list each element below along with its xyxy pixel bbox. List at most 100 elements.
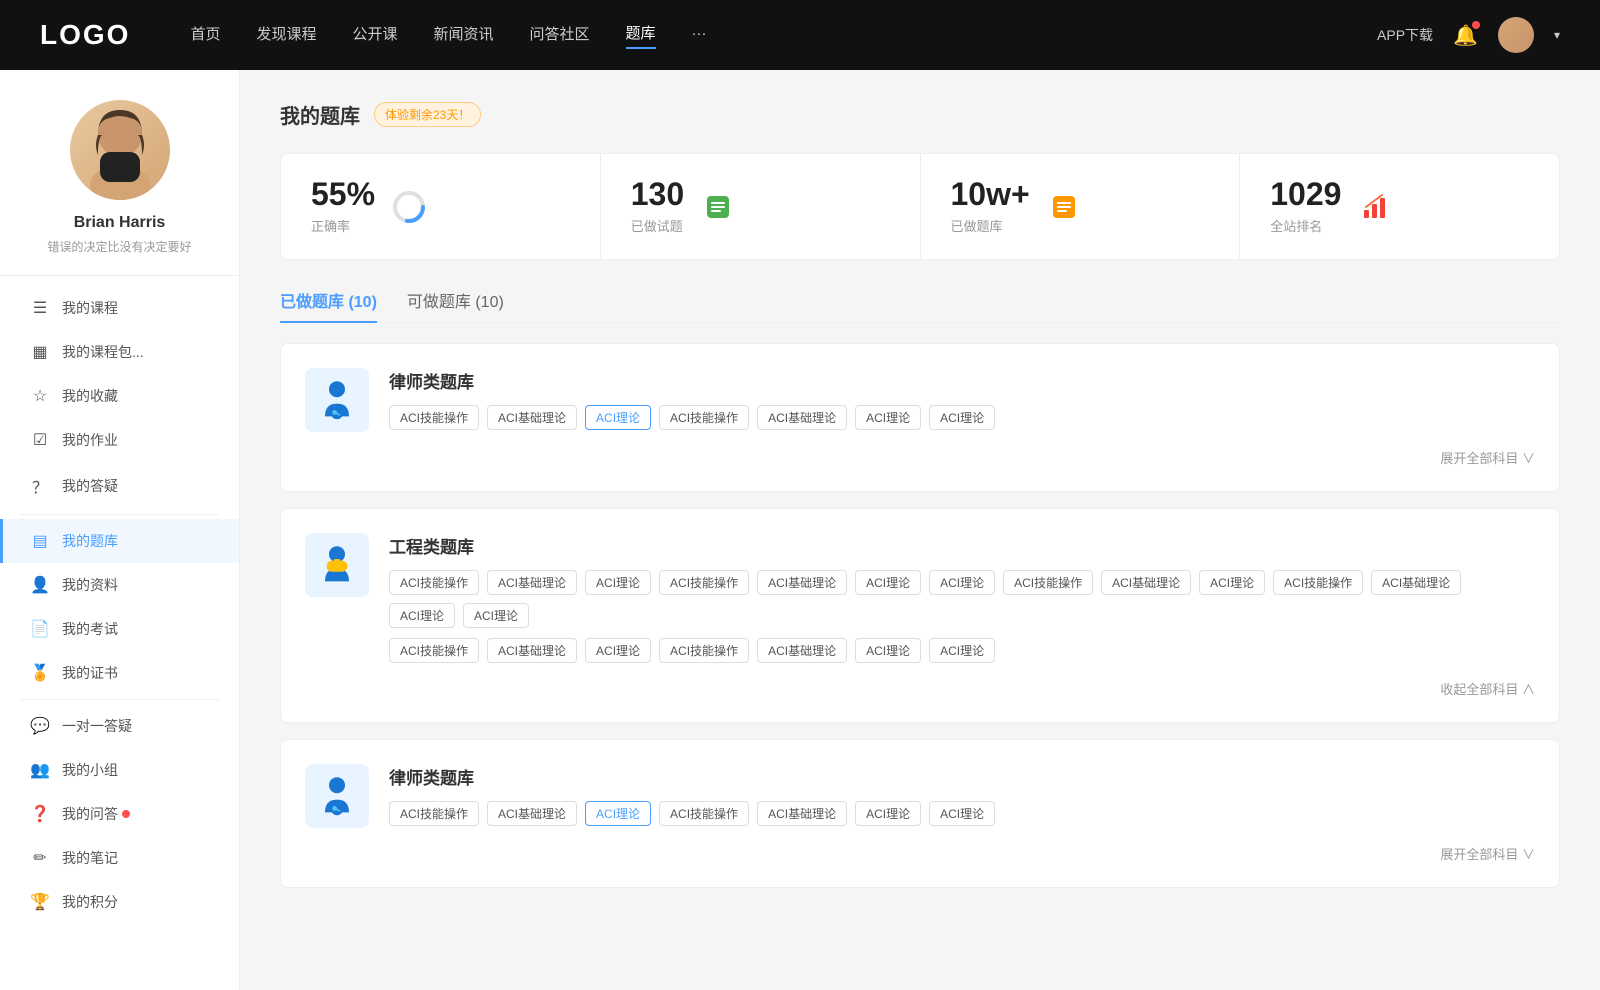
sidebar-item-13[interactable]: 🏆我的积分 bbox=[0, 880, 239, 924]
tag-0-5[interactable]: ACI理论 bbox=[855, 405, 921, 430]
tag2-1-1[interactable]: ACI基础理论 bbox=[487, 638, 577, 663]
sidebar-icon-12: ✏ bbox=[30, 848, 50, 868]
sidebar-item-1[interactable]: ▦我的课程包... bbox=[0, 330, 239, 374]
sidebar-item-8[interactable]: 🏅我的证书 bbox=[0, 651, 239, 695]
tag-0-0[interactable]: ACI技能操作 bbox=[389, 405, 479, 430]
tag-1-4[interactable]: ACI基础理论 bbox=[757, 570, 847, 595]
tag2-1-4[interactable]: ACI基础理论 bbox=[757, 638, 847, 663]
notification-dot-sidebar bbox=[122, 810, 130, 818]
sidebar-item-6[interactable]: 👤我的资料 bbox=[0, 563, 239, 607]
expand-link-2[interactable]: 展开全部科目 ∨ bbox=[1440, 844, 1535, 863]
tag-0-3[interactable]: ACI技能操作 bbox=[659, 405, 749, 430]
tag-1-1[interactable]: ACI基础理论 bbox=[487, 570, 577, 595]
tag-1-0[interactable]: ACI技能操作 bbox=[389, 570, 479, 595]
notification-dot bbox=[1472, 21, 1480, 29]
bank-card-0: 律师类题库ACI技能操作ACI基础理论ACI理论ACI技能操作ACI基础理论AC… bbox=[280, 343, 1560, 492]
bank-tags-0: ACI技能操作 ACI基础理论 ACI理论 ACI技能操作 ACI基础理论 ACI理论 AC… bbox=[389, 405, 1535, 430]
tag-2-3[interactable]: ACI技能操作 bbox=[659, 801, 749, 826]
stats-row: 55%正确率 130已做试题 10w+已做题库 1029全站排名 bbox=[280, 153, 1560, 260]
bank-tags-1: ACI技能操作 ACI基础理论 ACI理论 ACI技能操作 ACI基础理论 ACI理论 AC… bbox=[389, 570, 1535, 628]
sidebar-label-12: 我的笔记 bbox=[62, 848, 118, 868]
sidebar-item-2[interactable]: ☆ 我的收藏 bbox=[0, 374, 239, 418]
sidebar-item-10[interactable]: 👥我的小组 bbox=[0, 748, 239, 792]
stat-value-2: 10w+ bbox=[951, 178, 1030, 210]
sidebar-label-11: 我的问答 bbox=[62, 804, 118, 824]
tag2-1-6[interactable]: ACI理论 bbox=[929, 638, 995, 663]
avatar[interactable] bbox=[1498, 17, 1534, 53]
sidebar-label-3: 我的作业 bbox=[62, 430, 118, 450]
sidebar-item-9[interactable]: 💬一对一答疑 bbox=[0, 704, 239, 748]
tag-1-11[interactable]: ACI基础理论 bbox=[1371, 570, 1461, 595]
tag-1-8[interactable]: ACI基础理论 bbox=[1101, 570, 1191, 595]
sidebar-item-3[interactable]: ☑ 我的作业 bbox=[0, 418, 239, 462]
app-download-link[interactable]: APP下载 bbox=[1377, 25, 1433, 45]
tag-0-1[interactable]: ACI基础理论 bbox=[487, 405, 577, 430]
sidebar-item-5[interactable]: ▤ 我的题库 bbox=[0, 519, 239, 563]
tag-2-6[interactable]: ACI理论 bbox=[929, 801, 995, 826]
bank-tags-row2-1: ACI技能操作 ACI基础理论 ACI理论 ACI技能操作 ACI基础理论 ACI理论 AC… bbox=[389, 638, 1535, 663]
nav-link-发现课程[interactable]: 发现课程 bbox=[256, 23, 316, 48]
sidebar-item-7[interactable]: 📄 我的考试 bbox=[0, 607, 239, 651]
lawyer-icon-0 bbox=[305, 368, 369, 432]
sidebar-item-12[interactable]: ✏ 我的笔记 bbox=[0, 836, 239, 880]
tag-0-4[interactable]: ACI基础理论 bbox=[757, 405, 847, 430]
bank-title-1: 工程类题库 bbox=[389, 533, 1535, 558]
tag-1-13[interactable]: ACI理论 bbox=[463, 603, 529, 628]
sidebar-icon-5: ▤ bbox=[30, 531, 50, 551]
tag-2-5[interactable]: ACI理论 bbox=[855, 801, 921, 826]
tag-2-4[interactable]: ACI基础理论 bbox=[757, 801, 847, 826]
sidebar-label-2: 我的收藏 bbox=[62, 386, 118, 406]
tag-1-5[interactable]: ACI理论 bbox=[855, 570, 921, 595]
profile-avatar-svg bbox=[70, 100, 170, 200]
expand-link-0[interactable]: 展开全部科目 ∨ bbox=[1440, 448, 1535, 467]
stat-item-2: 10w+已做题库 bbox=[921, 154, 1241, 259]
stat-icon-0 bbox=[391, 189, 427, 225]
sidebar-label-9: 一对一答疑 bbox=[62, 716, 132, 736]
tag2-1-5[interactable]: ACI理论 bbox=[855, 638, 921, 663]
nav-links: 首页 发现课程 公开课 新闻资讯 问答社区 题库 ··· bbox=[190, 22, 1377, 49]
sidebar-icon-3: ☑ bbox=[30, 430, 50, 450]
tag-2-2[interactable]: ACI理论 bbox=[585, 801, 651, 826]
tag2-1-3[interactable]: ACI技能操作 bbox=[659, 638, 749, 663]
tag2-1-0[interactable]: ACI技能操作 bbox=[389, 638, 479, 663]
tag-0-6[interactable]: ACI理论 bbox=[929, 405, 995, 430]
tag-2-0[interactable]: ACI技能操作 bbox=[389, 801, 479, 826]
chevron-down-icon[interactable]: ▾ bbox=[1554, 28, 1560, 42]
tab-0[interactable]: 已做题库 (10) bbox=[280, 288, 377, 322]
sidebar-icon-1: ▦ bbox=[30, 342, 50, 362]
tag-1-12[interactable]: ACI理论 bbox=[389, 603, 455, 628]
tag-0-2[interactable]: ACI理论 bbox=[585, 405, 651, 430]
sidebar-icon-8: 🏅 bbox=[30, 663, 50, 683]
nav-link-题库[interactable]: 题库 bbox=[626, 22, 656, 49]
nav-right: APP下载 🔔 ▾ bbox=[1377, 17, 1560, 53]
tag-1-3[interactable]: ACI技能操作 bbox=[659, 570, 749, 595]
sidebar-label-7: 我的考试 bbox=[62, 619, 118, 639]
bank-tags-2: ACI技能操作 ACI基础理论 ACI理论 ACI技能操作 ACI基础理论 ACI理论 AC… bbox=[389, 801, 1535, 826]
notification-bell[interactable]: 🔔 bbox=[1453, 23, 1478, 48]
profile-motto: 错误的决定比没有决定要好 bbox=[47, 238, 191, 255]
tag-1-9[interactable]: ACI理论 bbox=[1199, 570, 1265, 595]
nav-link-公开课[interactable]: 公开课 bbox=[352, 23, 397, 48]
engineer-icon-1 bbox=[305, 533, 369, 597]
tag-1-10[interactable]: ACI技能操作 bbox=[1273, 570, 1363, 595]
nav-link-问答社区[interactable]: 问答社区 bbox=[530, 23, 590, 48]
sidebar-icon-6: 👤 bbox=[30, 575, 50, 595]
sidebar-item-0[interactable]: ☰我的课程 bbox=[0, 286, 239, 330]
sidebar-label-13: 我的积分 bbox=[62, 892, 118, 912]
sidebar-icon-2: ☆ bbox=[30, 386, 50, 406]
tag-1-2[interactable]: ACI理论 bbox=[585, 570, 651, 595]
sidebar-item-4[interactable]: ？我的答疑 bbox=[0, 462, 239, 510]
tab-1[interactable]: 可做题库 (10) bbox=[407, 288, 504, 322]
nav-link-···[interactable]: ··· bbox=[692, 25, 707, 46]
sidebar-item-11[interactable]: ❓我的问答 bbox=[0, 792, 239, 836]
tag-2-1[interactable]: ACI基础理论 bbox=[487, 801, 577, 826]
tag-1-6[interactable]: ACI理论 bbox=[929, 570, 995, 595]
bank-card-1: 工程类题库ACI技能操作ACI基础理论ACI理论ACI技能操作ACI基础理论AC… bbox=[280, 508, 1560, 723]
expand-link-1[interactable]: 收起全部科目 ∧ bbox=[1440, 679, 1535, 698]
tag2-1-2[interactable]: ACI理论 bbox=[585, 638, 651, 663]
sidebar-label-5: 我的题库 bbox=[62, 531, 118, 551]
nav-link-新闻资讯[interactable]: 新闻资讯 bbox=[434, 23, 494, 48]
tag-1-7[interactable]: ACI技能操作 bbox=[1003, 570, 1093, 595]
sidebar-icon-7: 📄 bbox=[30, 619, 50, 639]
nav-link-首页[interactable]: 首页 bbox=[190, 23, 220, 48]
